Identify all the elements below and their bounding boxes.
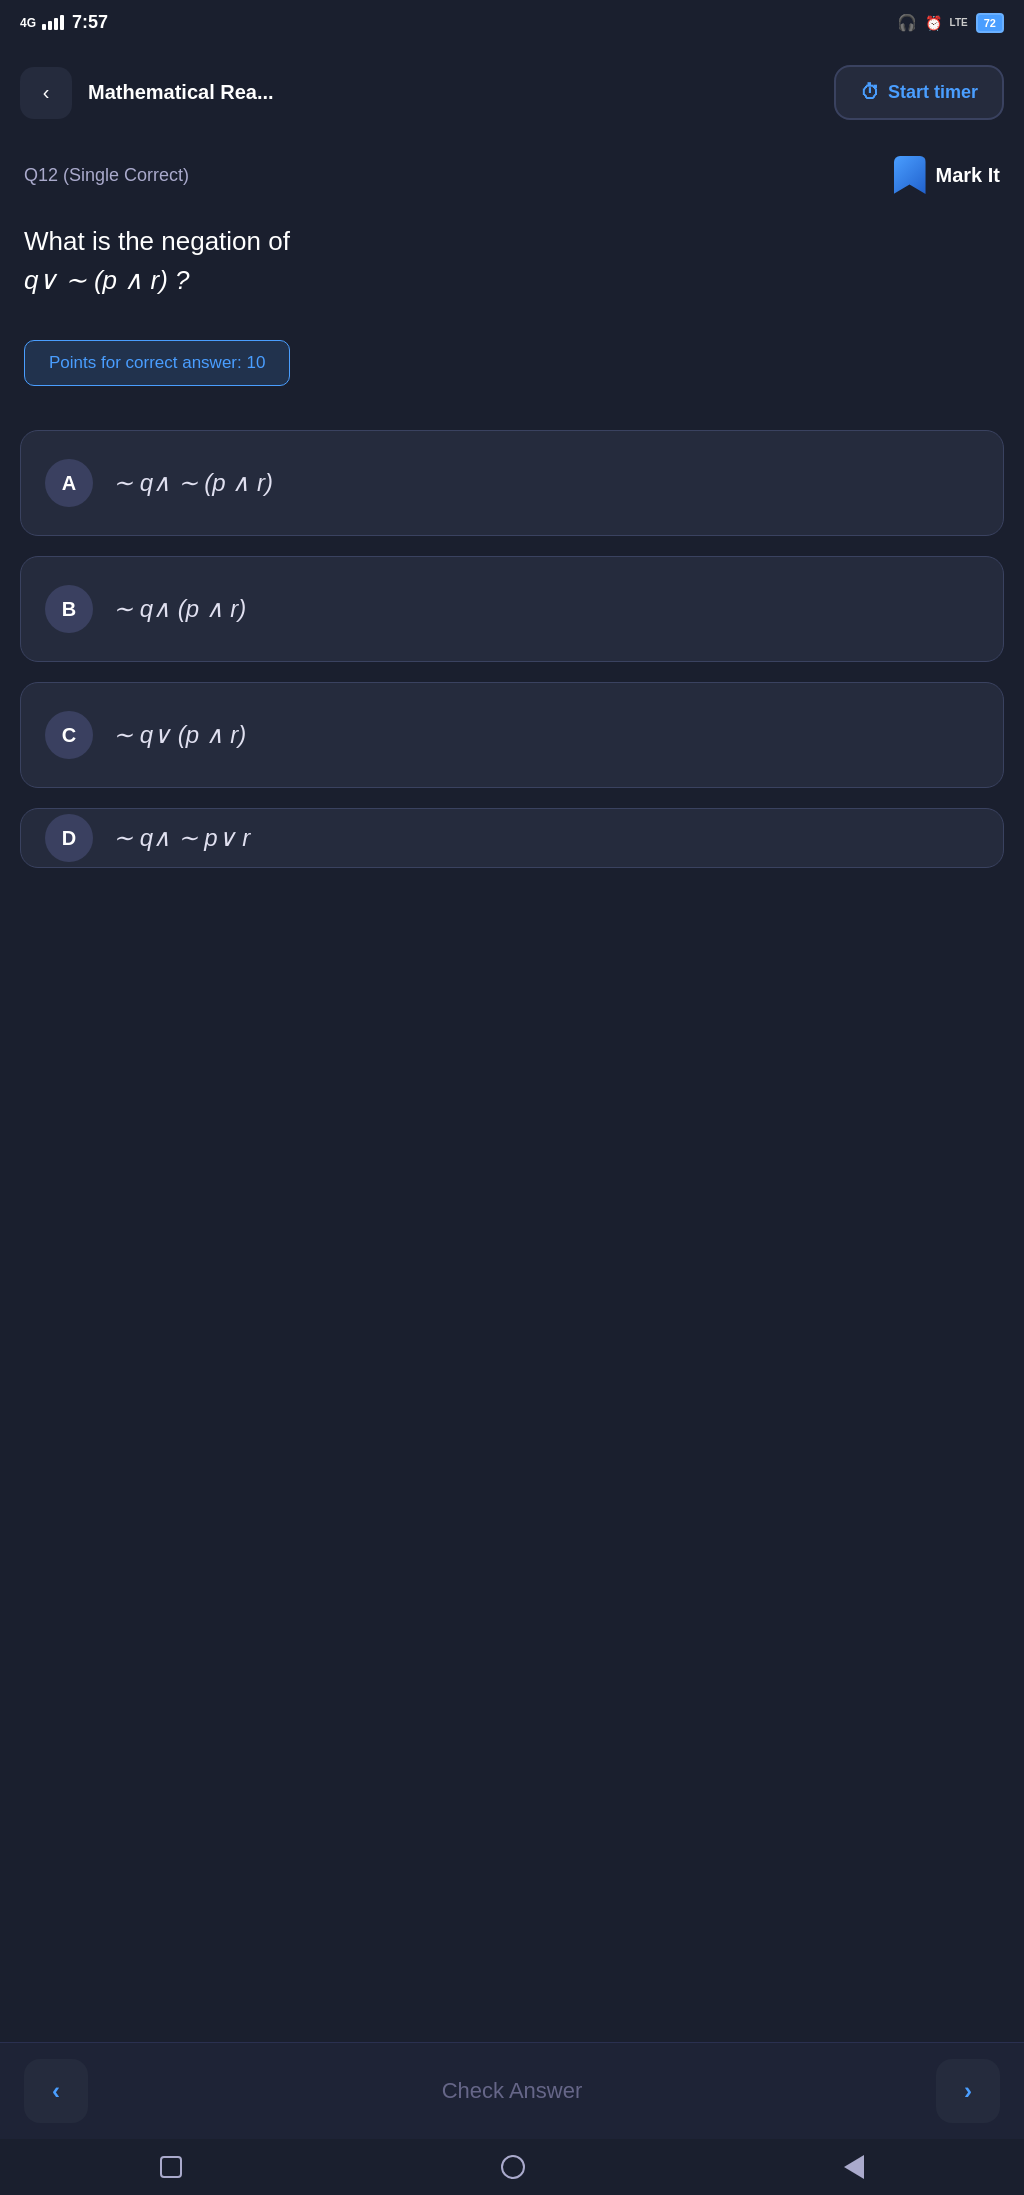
header: ‹ Mathematical Rea... ⏱ Start timer [0, 49, 1024, 136]
timer-label: Start timer [888, 82, 978, 103]
question-text: What is the negation of q∨ ∼ (p ∧ r) ? [24, 222, 1000, 300]
option-d[interactable]: D ∼ q∧ ∼ p∨ r [20, 808, 1004, 868]
page-title: Mathematical Rea... [88, 81, 274, 104]
lte-label: LTE [950, 17, 968, 28]
status-left: 4G 7:57 [20, 12, 108, 33]
option-d-letter: D [45, 814, 93, 862]
question-text-line1: What is the negation of [24, 226, 290, 256]
android-nav-bar [0, 2139, 1024, 2195]
android-back-button[interactable] [844, 2155, 864, 2179]
start-timer-button[interactable]: ⏱ Start timer [834, 65, 1004, 120]
signal-bar-1 [42, 24, 46, 30]
android-square-button[interactable] [160, 2156, 182, 2178]
signal-bar-2 [48, 21, 52, 30]
option-d-text: ∼ q∧ ∼ p∨ r [113, 824, 250, 852]
options-container: A ∼ q∧ ∼ (p ∧ r) B ∼ q∧ (p ∧ r) C ∼ q∨ (… [0, 406, 1024, 892]
bookmark-icon [894, 156, 926, 194]
mark-it-label: Mark It [936, 164, 1000, 187]
headphone-icon: 🎧 [897, 13, 917, 32]
question-label: Q12 (Single Correct) [24, 165, 189, 186]
prev-button[interactable]: ‹ [24, 2059, 88, 2123]
next-icon: › [964, 2077, 972, 2105]
signal-bar-4 [60, 15, 64, 30]
question-text-line2: q∨ ∼ (p ∧ r) ? [24, 265, 189, 295]
signal-label: 4G [20, 16, 36, 30]
option-a-letter: A [45, 459, 93, 507]
option-b[interactable]: B ∼ q∧ (p ∧ r) [20, 556, 1004, 662]
option-b-text: ∼ q∧ (p ∧ r) [113, 595, 246, 623]
header-left: ‹ Mathematical Rea... [20, 67, 274, 119]
status-bar: 4G 7:57 🎧 ⏰ LTE 72 [0, 0, 1024, 41]
status-right: 🎧 ⏰ LTE 72 [897, 13, 1004, 33]
signal-bar-3 [54, 18, 58, 30]
bottom-nav: ‹ Check Answer › [0, 2042, 1024, 2139]
timer-icon: ⏱ [860, 81, 880, 104]
points-badge: Points for correct answer: 10 [24, 340, 290, 386]
option-b-letter: B [45, 585, 93, 633]
question-meta: Q12 (Single Correct) Mark It [0, 136, 1024, 206]
back-button[interactable]: ‹ [20, 67, 72, 119]
next-button[interactable]: › [936, 2059, 1000, 2123]
battery-indicator: 72 [976, 13, 1004, 33]
option-c-text: ∼ q∨ (p ∧ r) [113, 721, 246, 749]
question-content: What is the negation of q∨ ∼ (p ∧ r) ? [0, 206, 1024, 320]
android-home-button[interactable] [501, 2155, 525, 2179]
option-c[interactable]: C ∼ q∨ (p ∧ r) [20, 682, 1004, 788]
signal-bars [42, 15, 64, 30]
option-a[interactable]: A ∼ q∧ ∼ (p ∧ r) [20, 430, 1004, 536]
alarm-icon: ⏰ [925, 15, 942, 31]
option-a-text: ∼ q∧ ∼ (p ∧ r) [113, 469, 273, 497]
prev-icon: ‹ [52, 2077, 60, 2105]
mark-it-button[interactable]: Mark It [894, 156, 1000, 194]
check-answer-label: Check Answer [442, 2078, 583, 2104]
option-c-letter: C [45, 711, 93, 759]
status-time: 7:57 [72, 12, 108, 33]
back-icon: ‹ [43, 81, 50, 104]
